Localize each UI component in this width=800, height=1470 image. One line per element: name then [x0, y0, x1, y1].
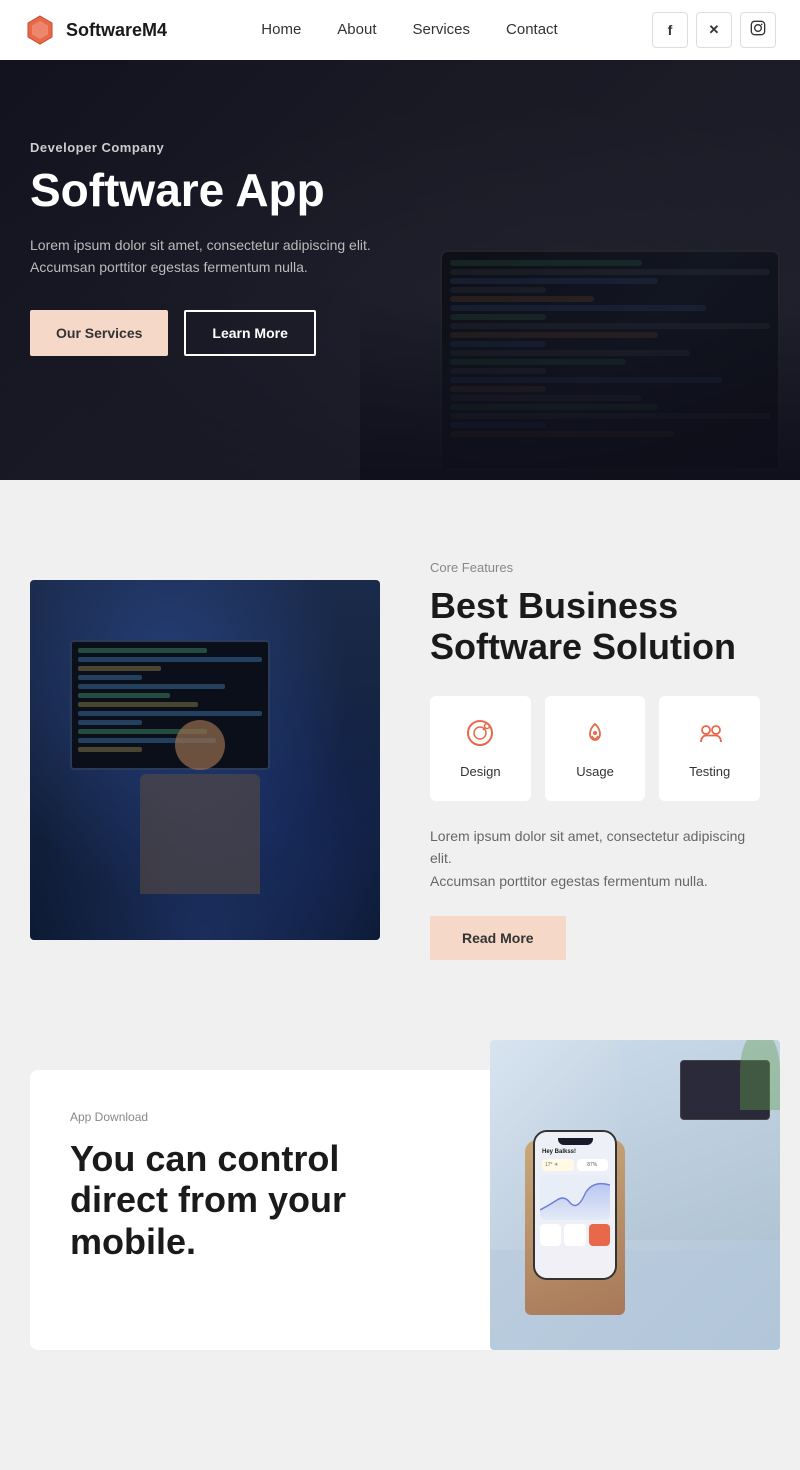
hero-buttons: Our Services Learn More	[30, 310, 450, 356]
phone-stat-2	[564, 1224, 585, 1246]
features-tag: Core Features	[430, 560, 760, 575]
monitor-code-7	[78, 702, 198, 707]
facebook-icon: f	[668, 22, 673, 38]
features-title: Best BusinessSoftware Solution	[430, 585, 760, 668]
feature-cards: Design Usage	[430, 696, 760, 801]
phone-weather-row: 17° ☀ 87%	[540, 1159, 610, 1171]
hero-subtitle: Developer Company	[30, 140, 450, 155]
app-title: You can controldirect from yourmobile.	[70, 1138, 410, 1262]
twitter-icon: ✕	[709, 22, 720, 38]
facebook-button[interactable]: f	[652, 12, 688, 48]
features-section: Core Features Best BusinessSoftware Solu…	[0, 480, 800, 1040]
bg-plant	[740, 1040, 780, 1110]
instagram-button[interactable]	[740, 12, 776, 48]
phone-stat-3	[589, 1224, 610, 1246]
nav-about[interactable]: About	[337, 21, 376, 38]
nav-links: Home About Services Contact	[261, 21, 557, 39]
social-links: f ✕	[652, 12, 776, 48]
person-outline	[110, 720, 290, 920]
nav-contact[interactable]: Contact	[506, 21, 558, 38]
monitor-code-1	[78, 648, 207, 653]
monitor-code-8	[78, 711, 262, 716]
app-tag: App Download	[70, 1110, 410, 1124]
usage-icon	[580, 718, 610, 752]
hero-description: Lorem ipsum dolor sit amet, consectetur …	[30, 234, 450, 279]
phone-stat-1	[540, 1224, 561, 1246]
app-image-area: Hey Balkss! 17° ☀ 87%	[450, 1070, 770, 1350]
testing-icon	[695, 718, 725, 752]
app-card-content: App Download You can controldirect from …	[30, 1070, 450, 1350]
nav-services[interactable]: Services	[413, 21, 471, 38]
monitor-code-2	[78, 657, 262, 662]
feature-card-usage: Usage	[545, 696, 646, 801]
instagram-icon	[750, 20, 766, 41]
design-icon	[465, 718, 495, 752]
phone-value: 87%	[577, 1159, 609, 1171]
feature-card-testing: Testing	[659, 696, 760, 801]
phone-body-in-hand: Hey Balkss! 17° ☀ 87%	[533, 1130, 617, 1280]
features-content: Core Features Best BusinessSoftware Solu…	[380, 540, 800, 980]
phone-chart	[540, 1175, 610, 1220]
app-section: App Download You can controldirect from …	[0, 1040, 800, 1410]
monitor-code-6	[78, 693, 170, 698]
learn-more-button[interactable]: Learn More	[184, 310, 315, 356]
hero-content: Developer Company Software App Lorem ips…	[0, 60, 480, 386]
hero-section: Developer Company Software App Lorem ips…	[0, 60, 800, 480]
footer-space	[0, 1410, 800, 1470]
monitor-code-3	[78, 666, 161, 671]
feature-card-design: Design	[430, 696, 531, 801]
features-img-inner	[30, 580, 380, 940]
monitor-code-4	[78, 675, 142, 680]
phone-notch	[558, 1138, 593, 1145]
phone-stats-row	[540, 1224, 610, 1246]
design-label: Design	[460, 764, 500, 779]
phone-weather: 17° ☀	[542, 1159, 574, 1171]
phone-screen-inner: Hey Balkss! 17° ☀ 87%	[535, 1132, 615, 1278]
twitter-button[interactable]: ✕	[696, 12, 732, 48]
brand-icon	[24, 14, 56, 46]
our-services-button[interactable]: Our Services	[30, 310, 168, 356]
usage-label: Usage	[576, 764, 614, 779]
app-card: App Download You can controldirect from …	[30, 1070, 770, 1350]
nav-home[interactable]: Home	[261, 21, 301, 38]
testing-label: Testing	[689, 764, 730, 779]
brand-name: SoftwareM4	[66, 20, 167, 41]
app-bg: Hey Balkss! 17° ☀ 87%	[490, 1040, 780, 1350]
monitor-code-5	[78, 684, 225, 689]
features-image	[30, 580, 380, 940]
phone-greeting-text: Hey Balkss!	[540, 1149, 610, 1155]
features-description: Lorem ipsum dolor sit amet, consectetur …	[430, 825, 760, 892]
hand-shape: Hey Balkss! 17° ☀ 87%	[525, 1140, 625, 1315]
hero-title: Software App	[30, 165, 450, 216]
read-more-button[interactable]: Read More	[430, 916, 566, 960]
hand-area: Hey Balkss! 17° ☀ 87%	[510, 1140, 640, 1340]
navbar: SoftwareM4 Home About Services Contact f…	[0, 0, 800, 60]
brand: SoftwareM4	[24, 14, 167, 46]
